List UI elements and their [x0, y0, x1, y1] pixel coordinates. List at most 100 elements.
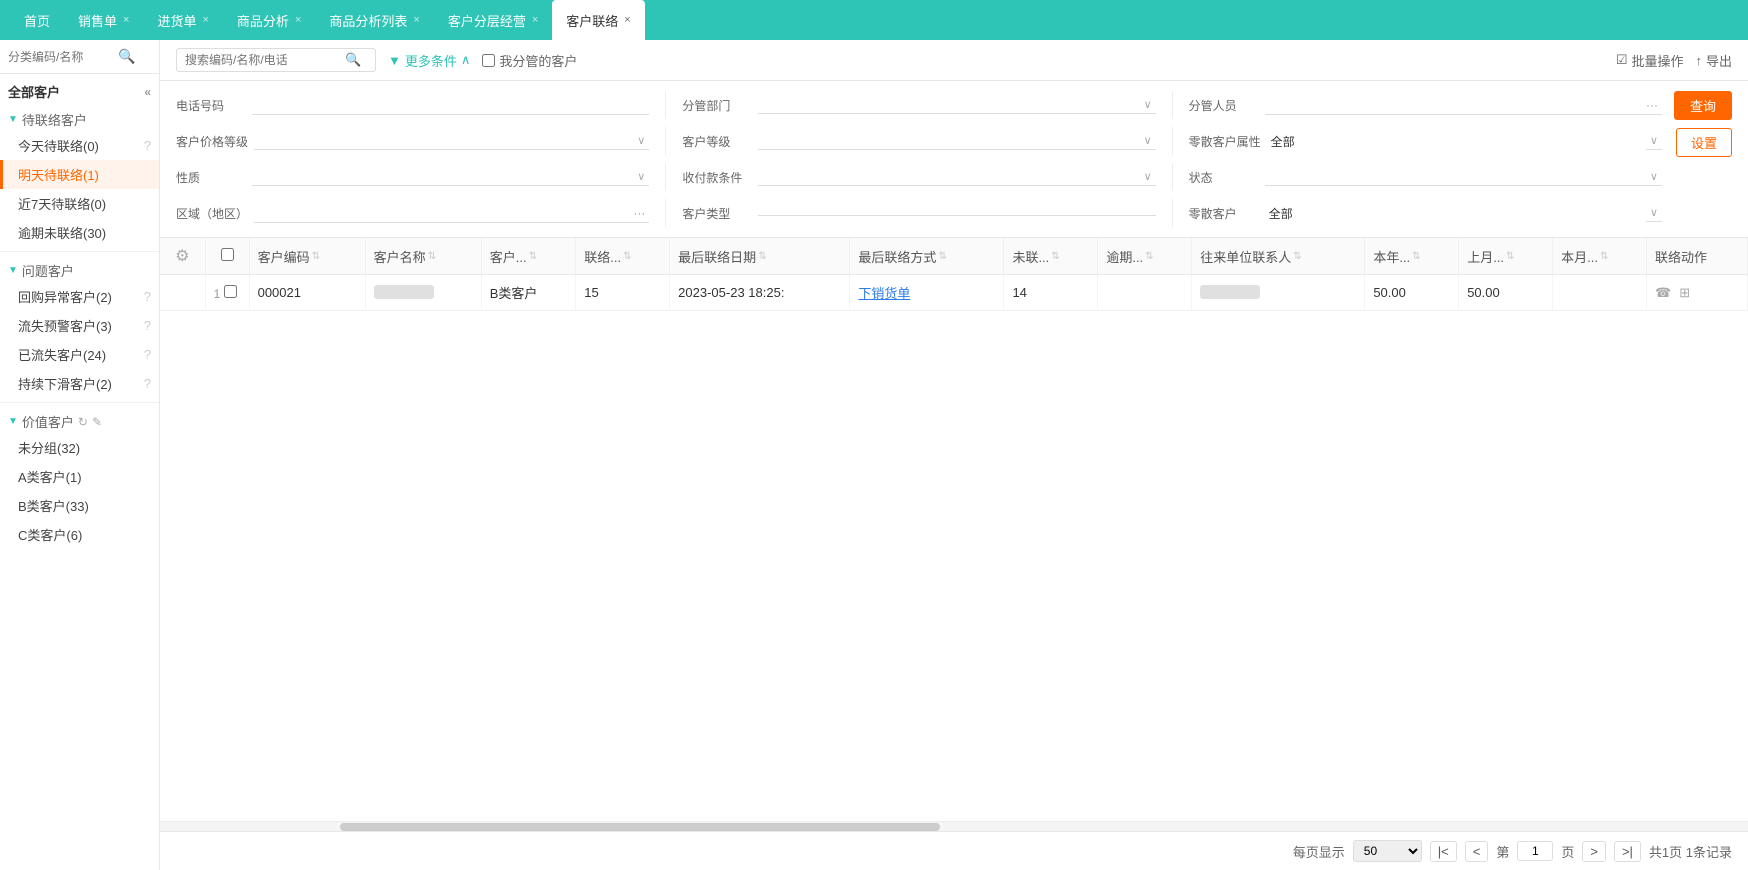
sidebar-search-icon[interactable]: 🔍: [118, 48, 135, 65]
th-overdue[interactable]: 逾期... ⇅: [1098, 238, 1192, 275]
query-button[interactable]: 查询: [1674, 91, 1732, 120]
nav-product-analysis[interactable]: 商品分析 ×: [223, 0, 315, 40]
sidebar-item-lost[interactable]: 已流失客户(24) ?: [0, 340, 159, 369]
sort-code-icon: ⇅: [312, 251, 320, 262]
person-select[interactable]: ···: [1265, 96, 1662, 115]
th-type[interactable]: 客户... ⇅: [481, 238, 576, 275]
my-customers-checkbox-label[interactable]: 我分管的客户: [482, 51, 577, 70]
th-this-month[interactable]: 本月... ⇅: [1553, 238, 1647, 275]
page-number-input[interactable]: [1517, 841, 1553, 861]
retail-attr-value: 全部: [1271, 133, 1295, 150]
customer-level-select[interactable]: ∨: [758, 132, 1155, 150]
nav-customer-contact[interactable]: 客户联络 ×: [552, 0, 644, 40]
th-no-contact[interactable]: 未联... ⇅: [1004, 238, 1098, 275]
more-conditions-btn[interactable]: ▼ 更多条件 ∧: [388, 51, 470, 70]
scrollbar-thumb[interactable]: [340, 823, 940, 831]
th-settings[interactable]: ⚙: [160, 238, 205, 275]
th-code[interactable]: 客户编码 ⇅: [249, 238, 365, 275]
value-refresh-icon[interactable]: ↻: [78, 415, 88, 429]
sidebar-item-overdue[interactable]: 逾期未联络(30): [0, 218, 159, 247]
batch-op-btn[interactable]: ☑ 批量操作: [1616, 51, 1684, 70]
main-search-icon[interactable]: 🔍: [345, 52, 361, 68]
sidebar-item-today[interactable]: 今天待联络(0) ?: [0, 131, 159, 160]
close-product-list-icon[interactable]: ×: [413, 14, 419, 26]
phone-input[interactable]: [252, 96, 649, 115]
sidebar-item-7days[interactable]: 近7天待联络(0): [0, 189, 159, 218]
sidebar-item-tomorrow[interactable]: 明天待联络(1): [0, 160, 159, 189]
main-search-input[interactable]: [185, 53, 345, 67]
row-checkbox[interactable]: [224, 285, 237, 298]
last-page-btn[interactable]: >|: [1614, 841, 1641, 862]
checkbox-icon: ☑: [1616, 52, 1628, 68]
more-action-icon[interactable]: ⊞: [1679, 285, 1690, 301]
nav-home[interactable]: 首页: [10, 0, 64, 40]
contact-action-icon[interactable]: ☎: [1655, 285, 1671, 301]
close-sales-icon[interactable]: ×: [123, 14, 129, 26]
sidebar-search-input[interactable]: [8, 50, 118, 64]
sidebar-item-c-class[interactable]: C类客户(6): [0, 520, 159, 549]
th-contact-person[interactable]: 往来单位联系人 ⇅: [1192, 238, 1365, 275]
sidebar-item-a-class[interactable]: A类客户(1): [0, 462, 159, 491]
retail-attr-label: 零散客户属性: [1189, 133, 1261, 150]
select-all-checkbox[interactable]: [221, 248, 234, 261]
first-page-btn[interactable]: |<: [1430, 841, 1457, 862]
sidebar-group-pending[interactable]: ▼ 待联络客户: [0, 105, 159, 131]
customer-level-arrow-icon: ∨: [1144, 134, 1152, 147]
sidebar-item-b-class[interactable]: B类客户(33): [0, 491, 159, 520]
sidebar-collapse-icon[interactable]: «: [144, 85, 151, 99]
th-name[interactable]: 客户名称 ⇅: [365, 238, 481, 275]
retail-attr-select[interactable]: ∨: [1646, 132, 1662, 150]
sidebar-root[interactable]: 全部客户 «: [0, 74, 159, 105]
td-settings: [160, 275, 205, 311]
person-label: 分管人员: [1189, 97, 1259, 114]
gender-select[interactable]: ∨: [252, 168, 649, 186]
sidebar-item-lost-warning[interactable]: 流失预警客户(3) ?: [0, 311, 159, 340]
nav-sales[interactable]: 销售单 ×: [64, 0, 143, 40]
th-contact-count[interactable]: 联络... ⇅: [576, 238, 670, 275]
close-customer-contact-icon[interactable]: ×: [624, 14, 630, 26]
last-contact-way-link[interactable]: 下销货单: [858, 286, 910, 301]
person-more-icon[interactable]: ···: [1646, 98, 1658, 112]
close-product-analysis-icon[interactable]: ×: [295, 14, 301, 26]
nav-purchase[interactable]: 进货单 ×: [143, 0, 222, 40]
filter-person: 分管人员 ···: [1189, 96, 1662, 115]
customer-level-label: 客户等级: [682, 133, 752, 150]
sidebar-group-problem[interactable]: ▼ 问题客户: [0, 256, 159, 282]
prev-page-btn[interactable]: <: [1465, 841, 1489, 862]
set-button[interactable]: 设置: [1676, 128, 1732, 157]
phone-label: 电话号码: [176, 97, 246, 114]
nav-product-analysis-list[interactable]: 商品分析列表 ×: [315, 0, 433, 40]
region-label: 区域（地区）: [176, 205, 248, 222]
payment-arrow-icon: ∨: [1144, 170, 1152, 183]
price-level-select[interactable]: ∨: [254, 132, 649, 150]
status-select[interactable]: ∨: [1265, 168, 1662, 186]
customer-type-select[interactable]: [758, 211, 1155, 216]
filter-region: 区域（地区） ···: [176, 204, 649, 223]
export-btn[interactable]: ↑ 导出: [1695, 51, 1732, 70]
th-last-date[interactable]: 最后联络日期 ⇅: [670, 238, 850, 275]
sort-contact-person-icon: ⇅: [1293, 251, 1301, 262]
next-page-btn[interactable]: >: [1582, 841, 1606, 862]
horizontal-scrollbar[interactable]: [160, 821, 1748, 831]
filter-retail-attr: 零散客户属性 全部 ∨: [1189, 132, 1662, 150]
close-purchase-icon[interactable]: ×: [202, 14, 208, 26]
th-this-year[interactable]: 本年... ⇅: [1365, 238, 1459, 275]
retail-customer-select[interactable]: ∨: [1646, 204, 1662, 222]
region-select[interactable]: ···: [254, 204, 649, 223]
region-more-icon[interactable]: ···: [633, 206, 645, 220]
value-edit-icon[interactable]: ✎: [92, 415, 102, 429]
my-customers-checkbox[interactable]: [482, 54, 495, 67]
sidebar-item-ungroup[interactable]: 未分组(32): [0, 433, 159, 462]
sidebar-group-value[interactable]: ▼ 价值客户 ↻ ✎: [0, 407, 159, 433]
sidebar-item-declining[interactable]: 持续下滑客户(2) ?: [0, 369, 159, 398]
payment-select[interactable]: ∨: [758, 168, 1155, 186]
dept-select[interactable]: ∨: [758, 96, 1155, 114]
page-size-select[interactable]: 10 20 50 100: [1353, 840, 1422, 862]
sidebar-root-label: 全部客户: [8, 82, 60, 101]
th-last-month[interactable]: 上月... ⇅: [1459, 238, 1553, 275]
nav-customer-layer[interactable]: 客户分层经营 ×: [434, 0, 552, 40]
th-last-way[interactable]: 最后联络方式 ⇅: [850, 238, 1004, 275]
gender-arrow-icon: ∨: [637, 170, 645, 183]
close-customer-layer-icon[interactable]: ×: [532, 14, 538, 26]
sidebar-item-repurchase[interactable]: 回购异常客户(2) ?: [0, 282, 159, 311]
